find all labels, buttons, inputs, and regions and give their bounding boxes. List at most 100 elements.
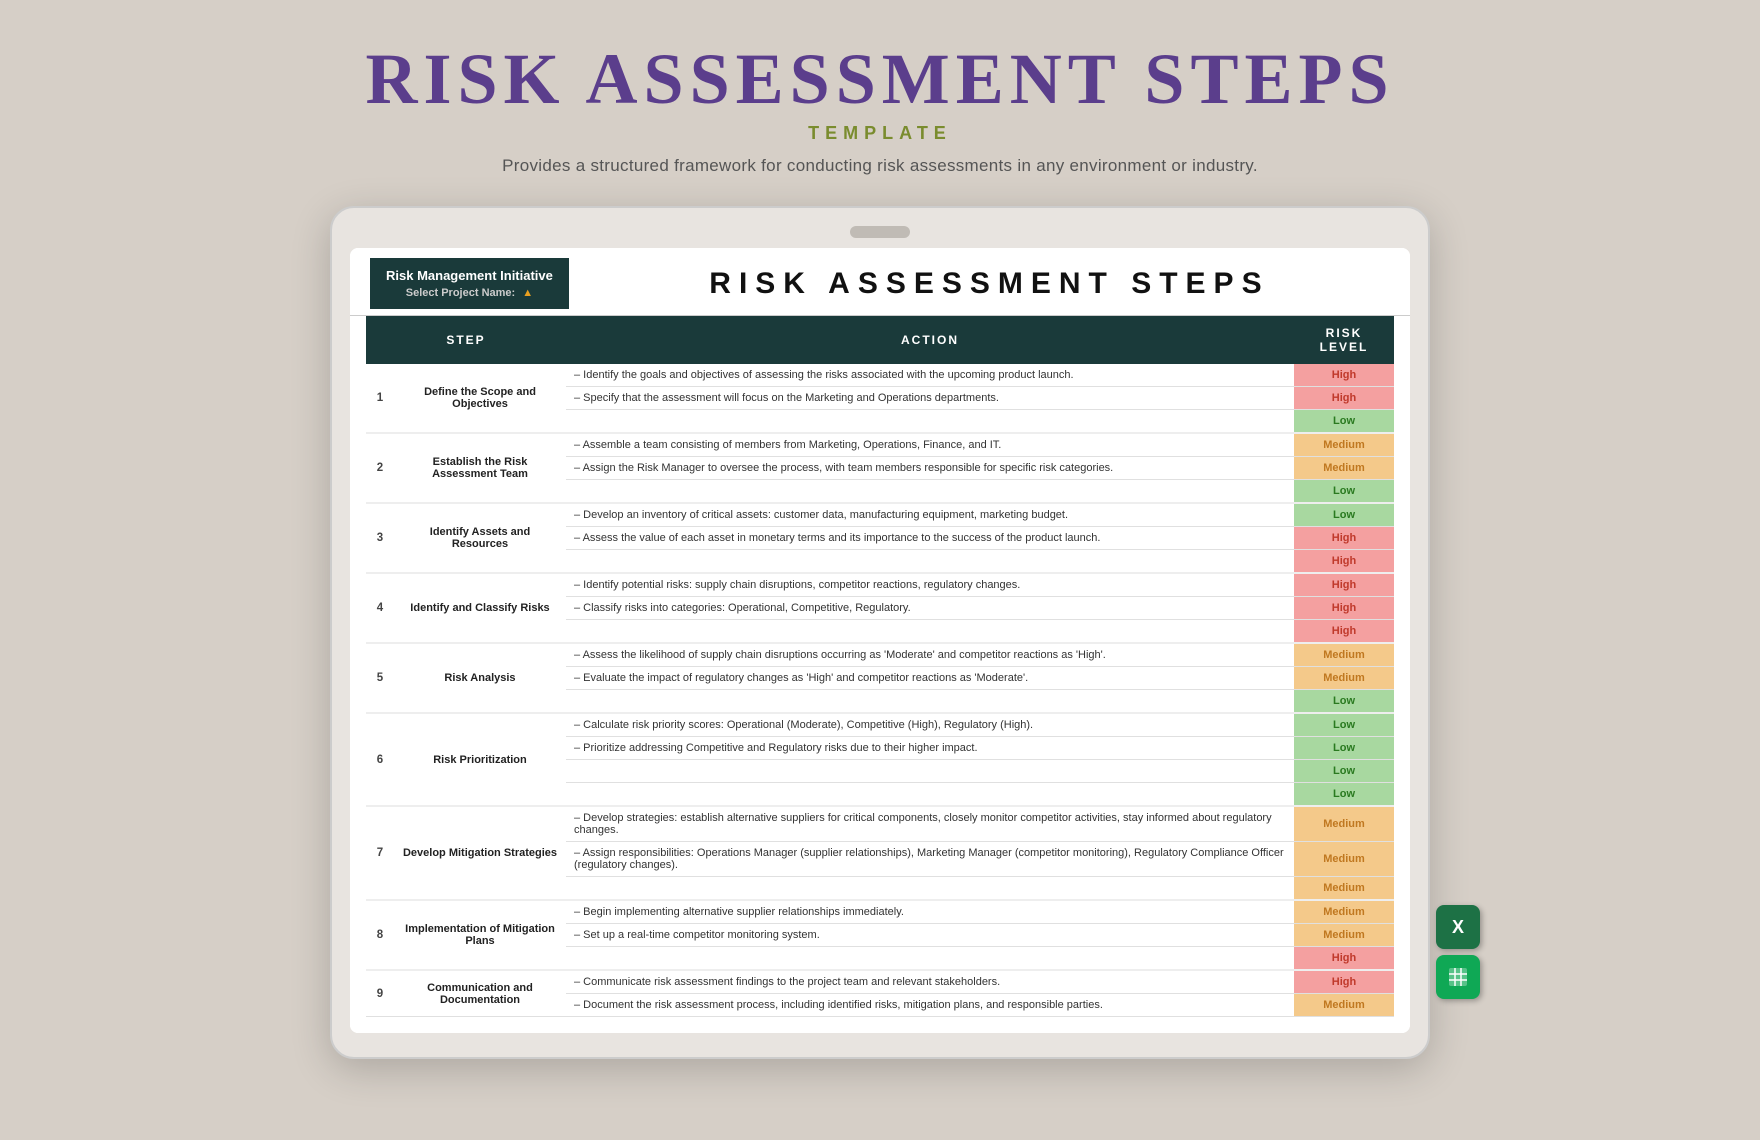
app-icons: X	[1436, 905, 1480, 999]
risk-level-badge: High	[1294, 387, 1394, 410]
action-text: – Evaluate the impact of regulatory chan…	[566, 667, 1294, 690]
table-row: 2Establish the Risk Assessment Team– Ass…	[366, 433, 1394, 457]
risk-level-badge: Low	[1294, 480, 1394, 504]
sheet-title-area: RISK ASSESSMENT STEPS	[569, 258, 1410, 309]
action-text: – Assign responsibilities: Operations Ma…	[566, 842, 1294, 877]
step-number: 3	[366, 503, 394, 573]
action-text	[566, 550, 1294, 574]
risk-level-badge: Low	[1294, 737, 1394, 760]
risk-level-badge: High	[1294, 550, 1394, 574]
step-number: 6	[366, 713, 394, 806]
table-row: 9Communication and Documentation– Commun…	[366, 970, 1394, 994]
risk-level-badge: Medium	[1294, 994, 1394, 1017]
step-name: Risk Analysis	[394, 643, 566, 713]
project-name: Risk Management Initiative	[386, 268, 553, 283]
risk-level-badge: High	[1294, 364, 1394, 387]
col-header-step: STEP	[366, 316, 566, 364]
step-number: 8	[366, 900, 394, 970]
action-text: – Assess the likelihood of supply chain …	[566, 643, 1294, 667]
action-text	[566, 620, 1294, 644]
action-text: – Set up a real-time competitor monitori…	[566, 924, 1294, 947]
action-text	[566, 877, 1294, 901]
risk-level-badge: Medium	[1294, 643, 1394, 667]
risk-level-badge: Medium	[1294, 667, 1394, 690]
risk-level-badge: Medium	[1294, 457, 1394, 480]
risk-level-badge: High	[1294, 970, 1394, 994]
action-text: – Communicate risk assessment findings t…	[566, 970, 1294, 994]
risk-level-badge: Low	[1294, 690, 1394, 714]
device-top-bar	[350, 226, 1410, 238]
risk-level-badge: Low	[1294, 503, 1394, 527]
step-number: 1	[366, 364, 394, 433]
action-text: – Classify risks into categories: Operat…	[566, 597, 1294, 620]
action-text: – Specify that the assessment will focus…	[566, 387, 1294, 410]
risk-level-badge: Low	[1294, 760, 1394, 783]
table-container: STEP ACTION RISK LEVEL 1Define the Scope…	[350, 316, 1410, 1033]
action-text	[566, 480, 1294, 504]
action-text: – Develop an inventory of critical asset…	[566, 503, 1294, 527]
action-text: – Calculate risk priority scores: Operat…	[566, 713, 1294, 737]
table-row: 4Identify and Classify Risks– Identify p…	[366, 573, 1394, 597]
action-text: – Document the risk assessment process, …	[566, 994, 1294, 1017]
action-text	[566, 760, 1294, 783]
table-row: 7Develop Mitigation Strategies– Develop …	[366, 806, 1394, 842]
step-name: Establish the Risk Assessment Team	[394, 433, 566, 503]
sheets-svg	[1446, 965, 1470, 989]
table-row: 3Identify Assets and Resources– Develop …	[366, 503, 1394, 527]
step-name: Identify and Classify Risks	[394, 573, 566, 643]
step-name: Risk Prioritization	[394, 713, 566, 806]
risk-level-badge: Low	[1294, 783, 1394, 807]
action-text: – Develop strategies: establish alternat…	[566, 806, 1294, 842]
step-number: 5	[366, 643, 394, 713]
action-text: – Begin implementing alternative supplie…	[566, 900, 1294, 924]
arrow-icon[interactable]: ▲	[522, 287, 533, 299]
risk-table: STEP ACTION RISK LEVEL 1Define the Scope…	[366, 316, 1394, 1017]
project-box: Risk Management Initiative Select Projec…	[370, 258, 569, 309]
step-number: 2	[366, 433, 394, 503]
step-name: Develop Mitigation Strategies	[394, 806, 566, 900]
risk-level-badge: Medium	[1294, 877, 1394, 901]
action-text: – Assess the value of each asset in mone…	[566, 527, 1294, 550]
action-text: – Assemble a team consisting of members …	[566, 433, 1294, 457]
table-header-row: STEP ACTION RISK LEVEL	[366, 316, 1394, 364]
risk-level-badge: High	[1294, 597, 1394, 620]
risk-level-badge: Medium	[1294, 924, 1394, 947]
sheets-icon[interactable]	[1436, 955, 1480, 999]
step-name: Identify Assets and Resources	[394, 503, 566, 573]
risk-level-badge: High	[1294, 947, 1394, 971]
action-text	[566, 947, 1294, 971]
risk-level-badge: High	[1294, 527, 1394, 550]
risk-level-badge: Low	[1294, 713, 1394, 737]
action-text	[566, 783, 1294, 807]
action-text: – Assign the Risk Manager to oversee the…	[566, 457, 1294, 480]
action-text: – Prioritize addressing Competitive and …	[566, 737, 1294, 760]
step-name: Define the Scope and Objectives	[394, 364, 566, 433]
project-label: Select Project Name: ▲	[406, 287, 533, 299]
page-header: RISK ASSESSMENT STEPS TEMPLATE Provides …	[365, 40, 1394, 176]
action-text: – Identify the goals and objectives of a…	[566, 364, 1294, 387]
spreadsheet-header: Risk Management Initiative Select Projec…	[350, 248, 1410, 316]
excel-icon[interactable]: X	[1436, 905, 1480, 949]
table-row: 1Define the Scope and Objectives– Identi…	[366, 364, 1394, 387]
action-text	[566, 690, 1294, 714]
risk-level-badge: Medium	[1294, 842, 1394, 877]
risk-level-badge: High	[1294, 620, 1394, 644]
step-number: 7	[366, 806, 394, 900]
risk-level-badge: Medium	[1294, 433, 1394, 457]
risk-level-badge: Medium	[1294, 900, 1394, 924]
risk-level-badge: Low	[1294, 410, 1394, 434]
step-number: 9	[366, 970, 394, 1017]
description: Provides a structured framework for cond…	[365, 156, 1394, 176]
col-header-action: ACTION	[566, 316, 1294, 364]
step-number: 4	[366, 573, 394, 643]
step-name: Implementation of Mitigation Plans	[394, 900, 566, 970]
device-screen: Risk Management Initiative Select Projec…	[350, 248, 1410, 1033]
sub-title: TEMPLATE	[365, 123, 1394, 144]
table-row: 8Implementation of Mitigation Plans– Beg…	[366, 900, 1394, 924]
sheet-title: RISK ASSESSMENT STEPS	[709, 267, 1269, 301]
main-title: RISK ASSESSMENT STEPS	[365, 40, 1394, 119]
table-row: 6Risk Prioritization– Calculate risk pri…	[366, 713, 1394, 737]
risk-level-badge: Medium	[1294, 806, 1394, 842]
action-text: – Identify potential risks: supply chain…	[566, 573, 1294, 597]
table-row: 5Risk Analysis– Assess the likelihood of…	[366, 643, 1394, 667]
